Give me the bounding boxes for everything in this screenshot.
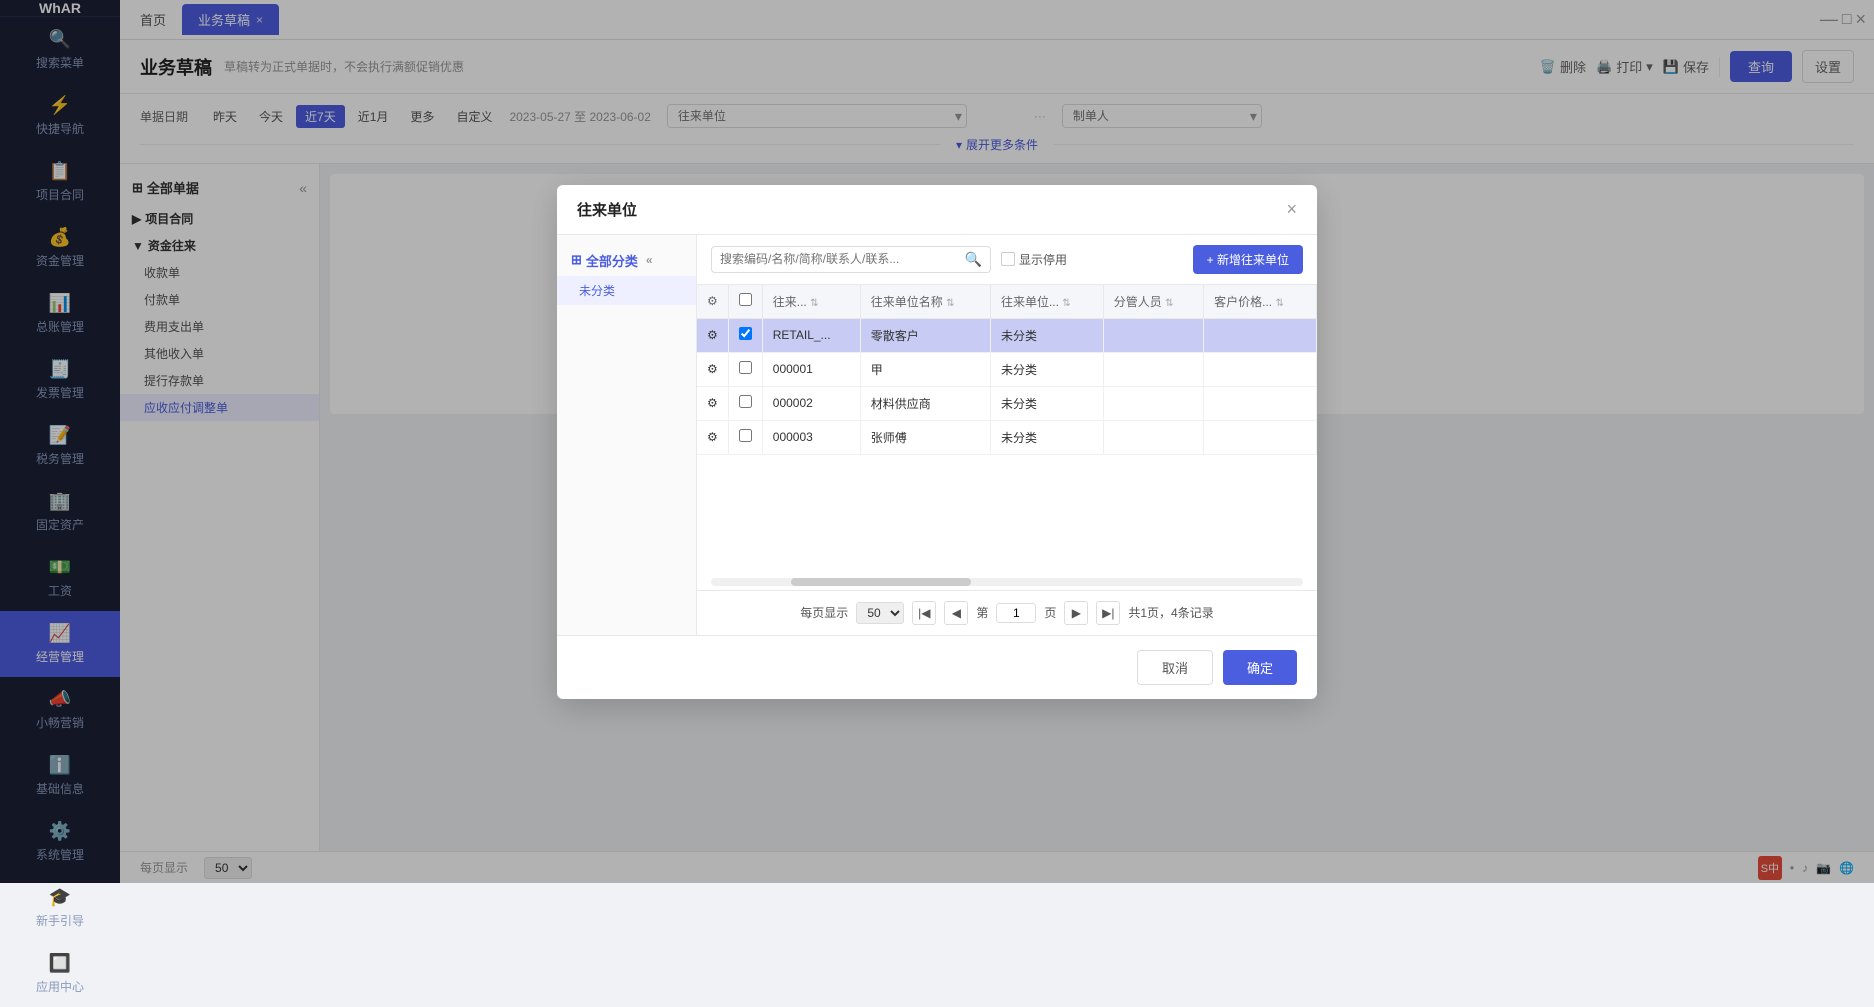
row-checkbox-cell[interactable]	[728, 386, 762, 420]
scrollbar-thumb[interactable]	[791, 578, 971, 586]
row-price-cell	[1204, 318, 1317, 352]
app-center-icon: 🔲	[49, 953, 71, 974]
show-disabled-option: 显示停用	[1001, 251, 1067, 268]
row-checkbox[interactable]	[739, 395, 752, 408]
first-page-btn[interactable]: |◀	[912, 601, 936, 625]
page-label: 第	[976, 604, 988, 621]
next-page-btn[interactable]: ▶	[1064, 601, 1088, 625]
row-code-cell: 000003	[762, 420, 860, 454]
new-guide-icon: 🎓	[49, 887, 71, 908]
sidebar-item-label: 新手引导	[36, 912, 84, 929]
row-settings-cell[interactable]: ⚙	[697, 352, 728, 386]
dialog-right-panel: 🔍 显示停用 + 新增往来单位 ⚙	[697, 235, 1317, 635]
table-row[interactable]: ⚙ RETAIL_... 零散客户 未分类	[697, 318, 1317, 352]
partner-dialog: 往来单位 × ⊞ 全部分类 « 未分类	[557, 185, 1317, 699]
page-label-end: 页	[1044, 604, 1056, 621]
table-row[interactable]: ⚙ 000001 甲 未分类	[697, 352, 1317, 386]
dialog-body: ⊞ 全部分类 « 未分类 🔍	[557, 235, 1317, 635]
row-checkbox-cell[interactable]	[728, 318, 762, 352]
col-checkbox-header[interactable]	[728, 285, 762, 319]
grid-icon-small: ⊞	[571, 252, 582, 268]
sidebar-item-app-center[interactable]: 🔲 应用中心	[0, 941, 120, 1007]
row-manager-cell	[1103, 352, 1203, 386]
partner-search-box[interactable]: 🔍	[711, 246, 991, 273]
table-row[interactable]: ⚙ 000003 张师傅 未分类	[697, 420, 1317, 454]
col-settings[interactable]: ⚙	[697, 285, 728, 319]
row-name-cell: 张师傅	[860, 420, 990, 454]
row-manager-cell	[1103, 318, 1203, 352]
dialog-collapse-icon[interactable]: «	[646, 253, 653, 267]
cancel-button[interactable]: 取消	[1137, 650, 1213, 685]
sort-name-icon[interactable]: ⇅	[946, 298, 954, 309]
row-checkbox[interactable]	[739, 361, 752, 374]
last-page-btn[interactable]: ▶|	[1096, 601, 1120, 625]
dialog-category-unclassified[interactable]: 未分类	[557, 276, 696, 305]
row-manager-cell	[1103, 386, 1203, 420]
dialog-content: ⊞ 全部分类 « 未分类 🔍	[557, 235, 1317, 635]
page-size-label: 每页显示	[800, 604, 848, 621]
row-category-cell: 未分类	[990, 386, 1103, 420]
row-checkbox-cell[interactable]	[728, 352, 762, 386]
select-all-checkbox[interactable]	[739, 293, 752, 306]
row-name-cell: 甲	[860, 352, 990, 386]
col-manager-header: 分管人员 ⇅	[1103, 285, 1203, 319]
confirm-button[interactable]: 确定	[1223, 650, 1297, 685]
partners-table: ⚙ 往来... ⇅ 往来单位名称 ⇅	[697, 285, 1317, 455]
horizontal-scrollbar[interactable]	[711, 578, 1303, 586]
col-name-header: 往来单位名称 ⇅	[860, 285, 990, 319]
sort-cat-icon[interactable]: ⇅	[1062, 298, 1070, 309]
row-checkbox[interactable]	[739, 429, 752, 442]
dialog-table-scroll[interactable]: ⚙ 往来... ⇅ 往来单位名称 ⇅	[697, 285, 1317, 574]
row-name-cell: 零散客户	[860, 318, 990, 352]
row-price-cell	[1204, 420, 1317, 454]
row-code-cell: RETAIL_...	[762, 318, 860, 352]
dialog-toolbar: 🔍 显示停用 + 新增往来单位	[697, 235, 1317, 285]
search-icon[interactable]: 🔍	[965, 251, 982, 268]
sort-mgr-icon[interactable]: ⇅	[1165, 298, 1173, 309]
dialog-all-category[interactable]: ⊞ 全部分类 «	[557, 245, 696, 276]
sort-icon[interactable]: ⇅	[810, 298, 818, 309]
partner-search-input[interactable]	[720, 252, 959, 266]
row-category-cell: 未分类	[990, 318, 1103, 352]
dialog-close-button[interactable]: ×	[1286, 199, 1297, 220]
dialog-left-panel: ⊞ 全部分类 « 未分类	[557, 235, 697, 635]
row-category-cell: 未分类	[990, 420, 1103, 454]
row-checkbox-cell[interactable]	[728, 420, 762, 454]
show-disabled-label: 显示停用	[1019, 251, 1067, 268]
row-code-cell: 000002	[762, 386, 860, 420]
row-name-cell: 材料供应商	[860, 386, 990, 420]
row-category-cell: 未分类	[990, 352, 1103, 386]
row-price-cell	[1204, 352, 1317, 386]
page-size-select[interactable]: 50	[856, 602, 904, 624]
dialog-pagination: 每页显示 50 |◀ ◀ 第 页 ▶ ▶| 共1页，4条记录	[697, 590, 1317, 635]
row-settings-cell[interactable]: ⚙	[697, 318, 728, 352]
row-checkbox[interactable]	[739, 327, 752, 340]
row-price-cell	[1204, 386, 1317, 420]
dialog-header: 往来单位 ×	[557, 185, 1317, 235]
current-page-input[interactable]	[996, 603, 1036, 623]
table-header-row: ⚙ 往来... ⇅ 往来单位名称 ⇅	[697, 285, 1317, 319]
dialog-title: 往来单位	[577, 199, 637, 220]
col-category-header: 往来单位... ⇅	[990, 285, 1103, 319]
show-disabled-checkbox[interactable]	[1001, 252, 1015, 266]
row-settings-cell[interactable]: ⚙	[697, 420, 728, 454]
sidebar-item-label: 应用中心	[36, 978, 84, 995]
row-manager-cell	[1103, 420, 1203, 454]
sidebar-item-new-guide[interactable]: 🎓 新手引导	[0, 875, 120, 941]
col-price-header: 客户价格... ⇅	[1204, 285, 1317, 319]
dialog-footer: 取消 确定	[557, 635, 1317, 699]
add-partner-button[interactable]: + 新增往来单位	[1193, 245, 1303, 274]
total-info: 共1页，4条记录	[1128, 604, 1213, 621]
sort-price-icon[interactable]: ⇅	[1276, 298, 1284, 309]
col-code-header: 往来... ⇅	[762, 285, 860, 319]
prev-page-btn[interactable]: ◀	[944, 601, 968, 625]
row-settings-cell[interactable]: ⚙	[697, 386, 728, 420]
modal-overlay[interactable]: 往来单位 × ⊞ 全部分类 « 未分类	[0, 0, 1874, 883]
row-code-cell: 000001	[762, 352, 860, 386]
table-row[interactable]: ⚙ 000002 材料供应商 未分类	[697, 386, 1317, 420]
